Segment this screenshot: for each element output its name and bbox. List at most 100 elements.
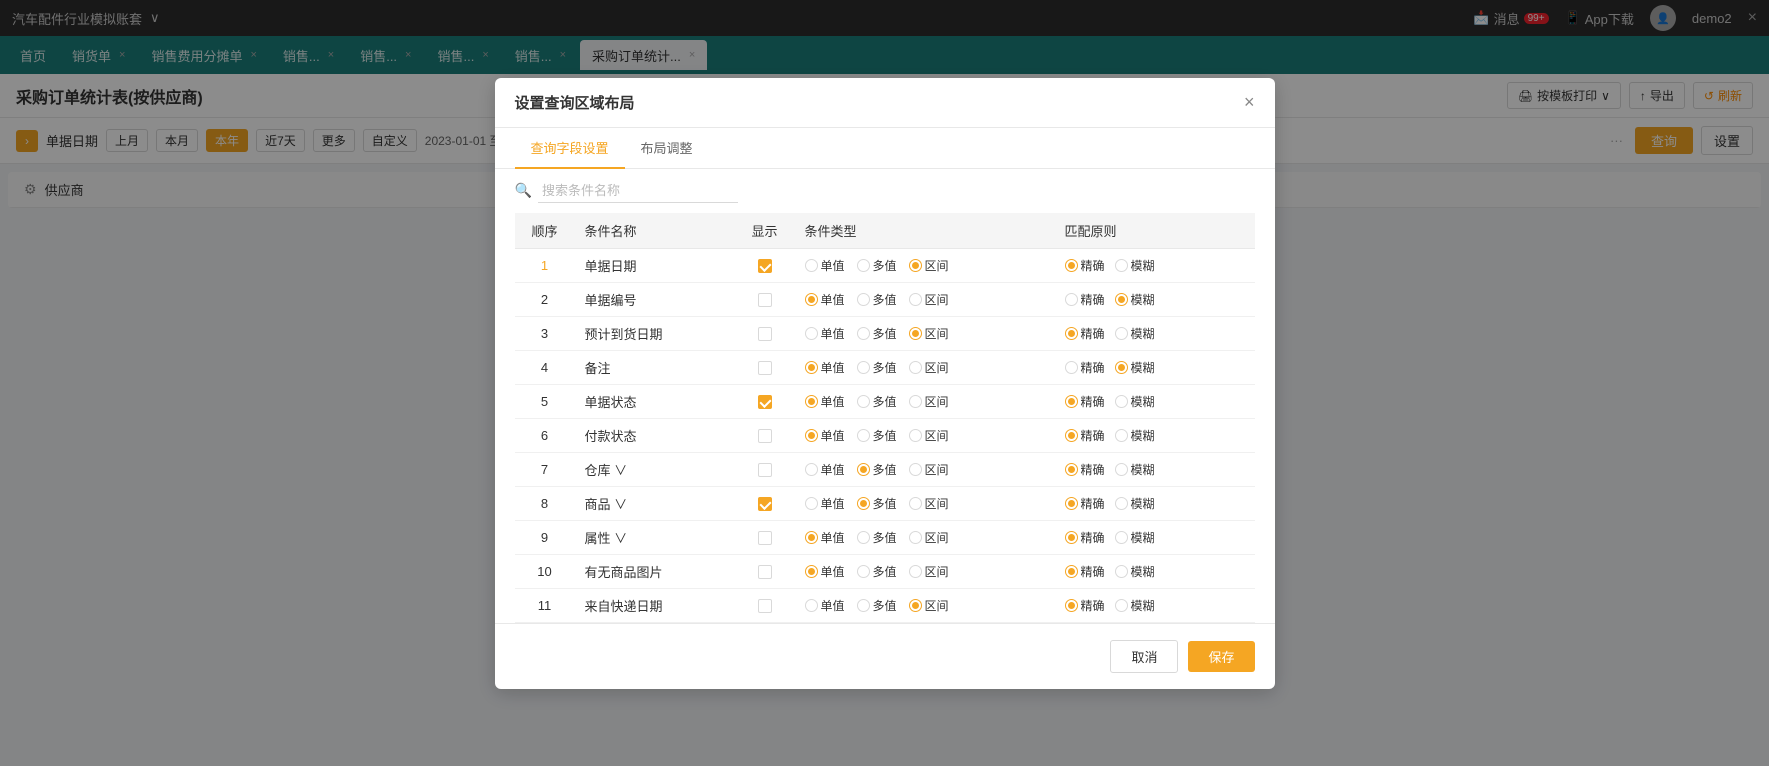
tab-layout-adjust[interactable]: 布局调整 xyxy=(625,128,709,169)
row-7-type[interactable]: 单值多值区间 xyxy=(795,486,1055,520)
row-1-checkbox[interactable] xyxy=(758,293,772,307)
row-3-type[interactable]: 单值多值区间 xyxy=(795,350,1055,384)
row-0-display[interactable] xyxy=(735,248,795,282)
row-4-type[interactable]: 单值多值区间 xyxy=(795,384,1055,418)
row-6-match[interactable]: 精确模糊 xyxy=(1055,452,1255,486)
row-3-display[interactable] xyxy=(735,350,795,384)
row-2-type-区间[interactable]: 区间 xyxy=(909,325,949,342)
row-7-match[interactable]: 精确模糊 xyxy=(1055,486,1255,520)
row-3-type-单值[interactable]: 单值 xyxy=(805,359,845,376)
dialog-close-button[interactable]: × xyxy=(1244,92,1255,113)
row-9-match-精确[interactable]: 精确 xyxy=(1065,563,1105,580)
row-0-type-多值[interactable]: 多值 xyxy=(857,257,897,274)
row-4-match-精确[interactable]: 精确 xyxy=(1065,393,1105,410)
row-8-type[interactable]: 单值多值区间 xyxy=(795,520,1055,554)
row-10-type-区间[interactable]: 区间 xyxy=(909,597,949,614)
row-8-match[interactable]: 精确模糊 xyxy=(1055,520,1255,554)
row-1-display[interactable] xyxy=(735,282,795,316)
row-6-match-精确[interactable]: 精确 xyxy=(1065,461,1105,478)
row-9-match[interactable]: 精确模糊 xyxy=(1055,554,1255,588)
row-2-match-模糊[interactable]: 模糊 xyxy=(1115,325,1155,342)
row-3-match[interactable]: 精确模糊 xyxy=(1055,350,1255,384)
row-8-type-多值[interactable]: 多值 xyxy=(857,529,897,546)
dialog-table-wrap[interactable]: 顺序 条件名称 显示 条件类型 匹配原则 xyxy=(495,213,1275,623)
row-4-match-模糊[interactable]: 模糊 xyxy=(1115,393,1155,410)
dialog-search-input[interactable] xyxy=(538,179,738,203)
row-1-match[interactable]: 精确模糊 xyxy=(1055,282,1255,316)
row-2-match[interactable]: 精确模糊 xyxy=(1055,316,1255,350)
row-0-match-模糊[interactable]: 模糊 xyxy=(1115,257,1155,274)
row-4-checkbox[interactable] xyxy=(758,395,772,409)
row-1-type[interactable]: 单值多值区间 xyxy=(795,282,1055,316)
row-5-match-精确[interactable]: 精确 xyxy=(1065,427,1105,444)
row-10-type-多值[interactable]: 多值 xyxy=(857,597,897,614)
row-1-type-区间[interactable]: 区间 xyxy=(909,291,949,308)
row-4-type-多值[interactable]: 多值 xyxy=(857,393,897,410)
row-4-match[interactable]: 精确模糊 xyxy=(1055,384,1255,418)
row-3-match-模糊[interactable]: 模糊 xyxy=(1115,359,1155,376)
row-4-display[interactable] xyxy=(735,384,795,418)
row-2-checkbox[interactable] xyxy=(758,327,772,341)
row-5-checkbox[interactable] xyxy=(758,429,772,443)
row-0-checkbox[interactable] xyxy=(758,259,772,273)
row-10-type[interactable]: 单值多值区间 xyxy=(795,588,1055,622)
row-6-checkbox[interactable] xyxy=(758,463,772,477)
row-3-checkbox[interactable] xyxy=(758,361,772,375)
row-5-type[interactable]: 单值多值区间 xyxy=(795,418,1055,452)
row-7-type-区间[interactable]: 区间 xyxy=(909,495,949,512)
row-9-type-单值[interactable]: 单值 xyxy=(805,563,845,580)
cancel-button[interactable]: 取消 xyxy=(1110,640,1178,673)
row-1-match-模糊[interactable]: 模糊 xyxy=(1115,291,1155,308)
row-8-type-单值[interactable]: 单值 xyxy=(805,529,845,546)
row-6-type[interactable]: 单值多值区间 xyxy=(795,452,1055,486)
row-2-type-多值[interactable]: 多值 xyxy=(857,325,897,342)
row-0-match[interactable]: 精确模糊 xyxy=(1055,248,1255,282)
row-7-display[interactable] xyxy=(735,486,795,520)
row-5-type-区间[interactable]: 区间 xyxy=(909,427,949,444)
row-7-match-精确[interactable]: 精确 xyxy=(1065,495,1105,512)
row-6-display[interactable] xyxy=(735,452,795,486)
row-5-type-多值[interactable]: 多值 xyxy=(857,427,897,444)
save-button[interactable]: 保存 xyxy=(1188,641,1254,672)
row-10-display[interactable] xyxy=(735,588,795,622)
row-6-type-区间[interactable]: 区间 xyxy=(909,461,949,478)
row-4-type-单值[interactable]: 单值 xyxy=(805,393,845,410)
row-8-type-区间[interactable]: 区间 xyxy=(909,529,949,546)
row-7-checkbox[interactable] xyxy=(758,497,772,511)
row-0-type-区间[interactable]: 区间 xyxy=(909,257,949,274)
row-7-type-多值[interactable]: 多值 xyxy=(857,495,897,512)
row-9-type[interactable]: 单值多值区间 xyxy=(795,554,1055,588)
tab-field-settings[interactable]: 查询字段设置 xyxy=(515,128,625,169)
row-6-type-多值[interactable]: 多值 xyxy=(857,461,897,478)
row-7-type-单值[interactable]: 单值 xyxy=(805,495,845,512)
row-4-type-区间[interactable]: 区间 xyxy=(909,393,949,410)
row-0-type[interactable]: 单值多值区间 xyxy=(795,248,1055,282)
row-9-display[interactable] xyxy=(735,554,795,588)
row-8-match-模糊[interactable]: 模糊 xyxy=(1115,529,1155,546)
row-1-type-单值[interactable]: 单值 xyxy=(805,291,845,308)
row-9-type-多值[interactable]: 多值 xyxy=(857,563,897,580)
row-9-match-模糊[interactable]: 模糊 xyxy=(1115,563,1155,580)
row-1-type-多值[interactable]: 多值 xyxy=(857,291,897,308)
row-2-match-精确[interactable]: 精确 xyxy=(1065,325,1105,342)
row-9-type-区间[interactable]: 区间 xyxy=(909,563,949,580)
row-3-match-精确[interactable]: 精确 xyxy=(1065,359,1105,376)
row-5-match-模糊[interactable]: 模糊 xyxy=(1115,427,1155,444)
row-8-checkbox[interactable] xyxy=(758,531,772,545)
row-3-type-区间[interactable]: 区间 xyxy=(909,359,949,376)
row-10-match-精确[interactable]: 精确 xyxy=(1065,597,1105,614)
row-0-match-精确[interactable]: 精确 xyxy=(1065,257,1105,274)
row-2-type-单值[interactable]: 单值 xyxy=(805,325,845,342)
row-10-checkbox[interactable] xyxy=(758,599,772,613)
row-5-match[interactable]: 精确模糊 xyxy=(1055,418,1255,452)
row-2-display[interactable] xyxy=(735,316,795,350)
row-10-match-模糊[interactable]: 模糊 xyxy=(1115,597,1155,614)
row-8-match-精确[interactable]: 精确 xyxy=(1065,529,1105,546)
row-0-type-单值[interactable]: 单值 xyxy=(805,257,845,274)
row-3-type-多值[interactable]: 多值 xyxy=(857,359,897,376)
row-5-display[interactable] xyxy=(735,418,795,452)
row-2-type[interactable]: 单值多值区间 xyxy=(795,316,1055,350)
row-10-match[interactable]: 精确模糊 xyxy=(1055,588,1255,622)
row-6-match-模糊[interactable]: 模糊 xyxy=(1115,461,1155,478)
row-5-type-单值[interactable]: 单值 xyxy=(805,427,845,444)
